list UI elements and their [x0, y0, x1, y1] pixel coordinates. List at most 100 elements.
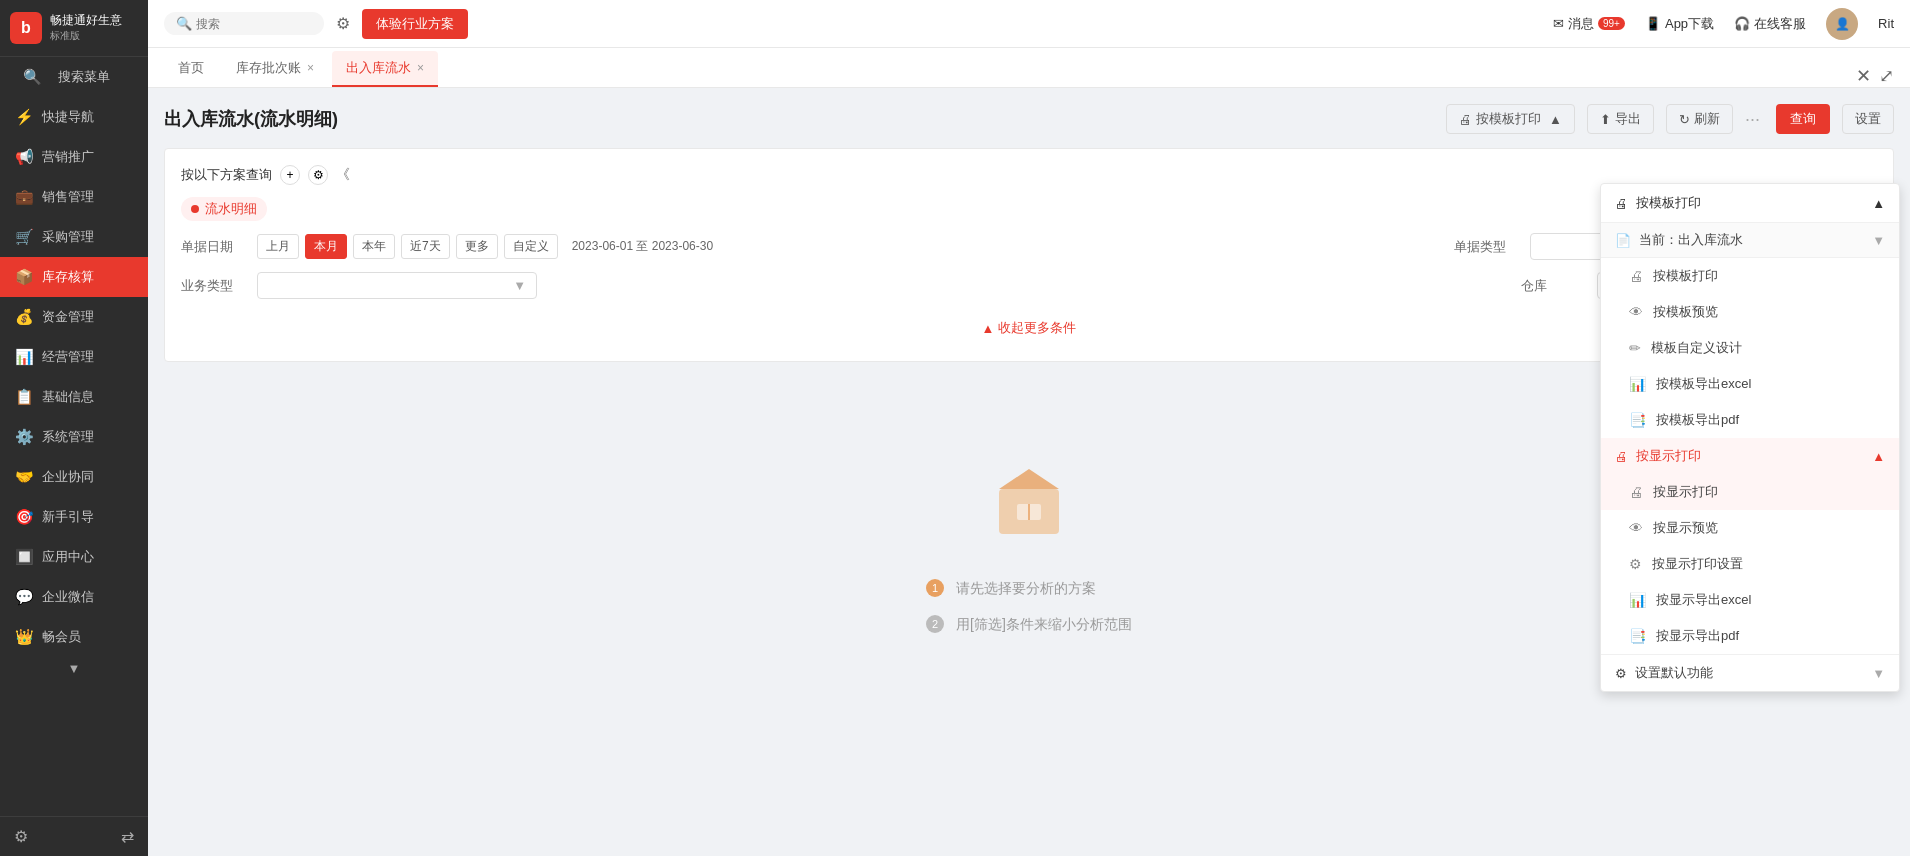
dropdown-display-preview[interactable]: 👁 按显示预览 — [1601, 510, 1899, 546]
date-last-month[interactable]: 上月 — [257, 234, 299, 259]
search-icon: 🔍 — [22, 67, 42, 87]
gear-icon[interactable]: ⚙ — [336, 14, 350, 33]
sidebar-item-system[interactable]: ⚙️ 系统管理 — [0, 417, 148, 457]
search-box[interactable]: 🔍 — [164, 12, 324, 35]
display-preview-icon: 👁 — [1629, 520, 1643, 536]
dropdown-template-excel[interactable]: 📊 按模板导出excel — [1601, 366, 1899, 402]
dropdown-template-pdf[interactable]: 📑 按模板导出pdf — [1601, 402, 1899, 438]
settings-icon[interactable]: ⚙ — [14, 827, 28, 846]
sidebar-item-marketing[interactable]: 📢 营销推广 — [0, 137, 148, 177]
tab-flow-label: 出入库流水 — [346, 59, 411, 77]
sidebar-item-purchase[interactable]: 🛒 采购管理 — [0, 217, 148, 257]
collapse-icon[interactable]: ⇄ — [121, 827, 134, 846]
filter-title-area: 按以下方案查询 + ⚙ 《 — [181, 165, 350, 185]
print-icon-header: 🖨 — [1615, 196, 1628, 211]
print-button[interactable]: 🖨 按模板打印 ▲ — [1446, 104, 1575, 134]
export-button[interactable]: ⬆ 导出 — [1587, 104, 1654, 134]
dropdown-display-pdf[interactable]: 📑 按显示导出pdf — [1601, 618, 1899, 654]
sidebar-item-guide[interactable]: 🎯 新手引导 — [0, 497, 148, 537]
date-more[interactable]: 更多 — [456, 234, 498, 259]
search-icon: 🔍 — [176, 16, 192, 31]
filter-collapse-button[interactable]: 《 — [336, 166, 350, 184]
main-area: 🔍 ⚙ 体验行业方案 ✉ 消息 99+ 📱 App下载 🎧 在线客服 👤 — [148, 0, 1910, 856]
sidebar-item-member[interactable]: 👑 畅会员 — [0, 617, 148, 657]
dropdown-set-default[interactable]: ⚙ 设置默认功能 ▼ — [1601, 654, 1899, 691]
tab-batch-label: 库存批次账 — [236, 59, 301, 77]
template-pdf-icon: 📑 — [1629, 412, 1646, 428]
page-actions: 🖨 按模板打印 ▲ ⬆ 导出 ↻ 刷新 ··· 查询 设置 — [1446, 104, 1894, 134]
sidebar-item-app-center[interactable]: 🔲 应用中心 — [0, 537, 148, 577]
flow-tag-label: 流水明细 — [205, 200, 257, 218]
refresh-button[interactable]: ↻ 刷新 — [1666, 104, 1733, 134]
filter-settings-button[interactable]: ⚙ — [308, 165, 328, 185]
sidebar-item-basic[interactable]: 📋 基础信息 — [0, 377, 148, 417]
sidebar-item-operation[interactable]: 📊 经营管理 — [0, 337, 148, 377]
avatar[interactable]: 👤 — [1826, 8, 1858, 40]
sidebar-item-cooperation[interactable]: 🤝 企业协同 — [0, 457, 148, 497]
message-badge: 99+ — [1598, 17, 1625, 30]
sidebar-item-finance[interactable]: 💰 资金管理 — [0, 297, 148, 337]
empty-illustration — [979, 454, 1079, 554]
dropdown-display-settings[interactable]: ⚙ 按显示打印设置 — [1601, 546, 1899, 582]
date-current-month[interactable]: 本月 — [305, 234, 347, 259]
sidebar-item-sales[interactable]: 💼 销售管理 — [0, 177, 148, 217]
date-current-year[interactable]: 本年 — [353, 234, 395, 259]
date-options: 上月 本月 本年 近7天 更多 自定义 2023-06-01 至 2023-06… — [257, 234, 713, 259]
tab-home[interactable]: 首页 — [164, 51, 218, 87]
set-default-icon: ⚙ — [1615, 666, 1627, 681]
more-options-icon[interactable]: ··· — [1745, 109, 1760, 130]
date-custom[interactable]: 自定义 — [504, 234, 558, 259]
close-window-button[interactable]: ✕ — [1856, 65, 1871, 87]
dropdown-display-print[interactable]: 🖨 按显示打印 — [1601, 474, 1899, 510]
industry-button[interactable]: 体验行业方案 — [362, 9, 468, 39]
dropdown-header: 🖨 按模板打印 ▲ — [1601, 184, 1899, 223]
date-last-7[interactable]: 近7天 — [401, 234, 450, 259]
tab-flow-close[interactable]: × — [417, 61, 424, 75]
service-button[interactable]: 🎧 在线客服 — [1734, 15, 1806, 33]
collapse-button[interactable]: ▲ 收起更多条件 — [982, 319, 1077, 337]
query-button[interactable]: 查询 — [1776, 104, 1830, 134]
dropdown-display-excel[interactable]: 📊 按显示导出excel — [1601, 582, 1899, 618]
inventory-icon: 📦 — [14, 267, 34, 287]
search-input[interactable] — [196, 17, 306, 31]
chevron-down-icon-2: ▼ — [513, 278, 526, 293]
dropdown-current[interactable]: 📄 当前：出入库流水 ▼ — [1601, 223, 1899, 258]
sidebar-item-search[interactable]: 🔍 搜索菜单 — [0, 57, 148, 97]
sidebar-item-quick-nav[interactable]: ⚡ 快捷导航 — [0, 97, 148, 137]
maximize-window-button[interactable]: ⤢ — [1879, 65, 1894, 87]
sales-icon: 💼 — [14, 187, 34, 207]
add-filter-button[interactable]: + — [280, 165, 300, 185]
page-title: 出入库流水(流水明细) — [164, 107, 338, 131]
dropdown-template-custom[interactable]: ✏ 模板自定义设计 — [1601, 330, 1899, 366]
sidebar-item-inventory[interactable]: 📦 库存核算 — [0, 257, 148, 297]
template-excel-icon: 📊 — [1629, 376, 1646, 392]
app-download-button[interactable]: 📱 App下载 — [1645, 15, 1714, 33]
display-print-icon: 🖨 — [1629, 484, 1643, 500]
print-dropdown: 🖨 按模板打印 ▲ 📄 当前：出入库流水 ▼ 🖨 按模板打印 👁 — [1600, 183, 1900, 692]
tag-dot — [191, 205, 199, 213]
tab-inventory-flow[interactable]: 出入库流水 × — [332, 51, 438, 87]
cooperation-icon: 🤝 — [14, 467, 34, 487]
tab-inventory-batch[interactable]: 库存批次账 × — [222, 51, 328, 87]
app-title: 畅捷通好生意 — [50, 13, 122, 29]
dropdown-template-preview[interactable]: 👁 按模板预览 — [1601, 294, 1899, 330]
sidebar-scroll-down[interactable]: ▼ — [0, 657, 148, 680]
dropdown-template-print[interactable]: 🖨 按模板打印 — [1601, 258, 1899, 294]
tab-batch-close[interactable]: × — [307, 61, 314, 75]
display-section-header[interactable]: 🖨 按显示打印 ▲ — [1601, 438, 1899, 474]
business-type-select[interactable]: ▼ — [257, 272, 537, 299]
template-print-icon: 🖨 — [1629, 268, 1643, 284]
logo-text-area: 畅捷通好生意 标准版 — [50, 13, 122, 43]
current-label: 当前：出入库流水 — [1639, 231, 1743, 249]
display-settings-icon: ⚙ — [1629, 556, 1642, 572]
sidebar-item-wechat[interactable]: 💬 企业微信 — [0, 577, 148, 617]
settings-button[interactable]: 设置 — [1842, 104, 1894, 134]
message-button[interactable]: ✉ 消息 99+ — [1553, 15, 1625, 33]
operation-icon: 📊 — [14, 347, 34, 367]
date-label: 单据日期 — [181, 238, 241, 256]
display-section-label: 按显示打印 — [1636, 447, 1701, 465]
empty-tip1: 请先选择要分析的方案 — [956, 574, 1096, 602]
guide-icon: 🎯 — [14, 507, 34, 527]
refresh-icon: ↻ — [1679, 112, 1690, 127]
current-chevron: ▼ — [1872, 233, 1885, 248]
